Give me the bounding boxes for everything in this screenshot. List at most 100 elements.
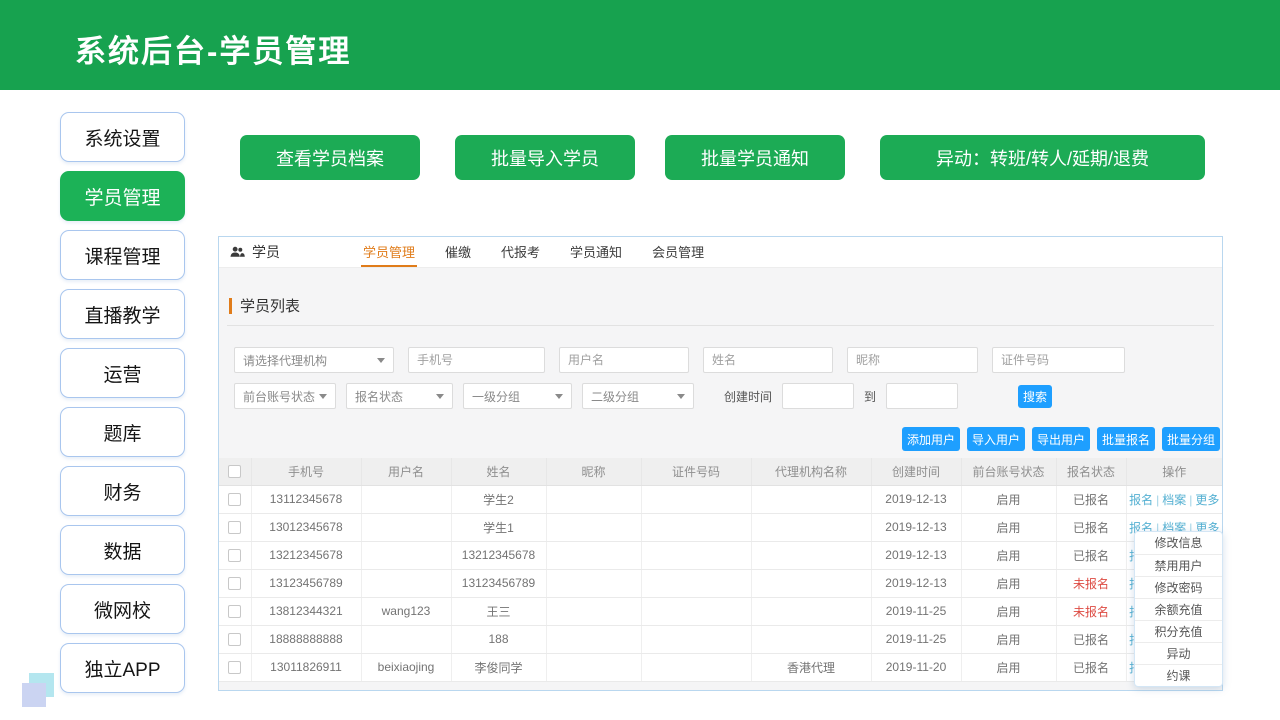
cell-id_number [641,485,751,513]
nickname-filter-input[interactable] [847,347,978,373]
name-filter-input[interactable] [703,347,833,373]
student-table: 手机号用户名姓名昵称证件号码代理机构名称创建时间前台账号状态报名状态操作 131… [219,458,1222,682]
menu-item[interactable]: 修改信息 [1135,532,1222,554]
menu-item[interactable]: 禁用用户 [1135,554,1222,576]
cell-id_number [641,625,751,653]
sidebar-item[interactable]: 微网校 [60,584,185,634]
row-action-signup[interactable]: 报名 [1129,493,1153,507]
sidebar-item[interactable]: 数据 [60,525,185,575]
table-header-row: 手机号用户名姓名昵称证件号码代理机构名称创建时间前台账号状态报名状态操作 [219,458,1222,485]
quick-action-button[interactable]: 批量学员通知 [665,135,845,180]
menu-item[interactable]: 约课 [1135,664,1222,686]
sidebar-item[interactable]: 题库 [60,407,185,457]
row-action-archive[interactable]: 档案 [1162,493,1186,507]
tab[interactable]: 代报考 [499,237,542,267]
row-checkbox[interactable] [228,661,241,674]
cell-id_number [641,653,751,681]
group1-select[interactable]: 一级分组 [463,383,572,409]
menu-item[interactable]: 异动 [1135,642,1222,664]
phone-filter-input[interactable] [408,347,545,373]
sidebar-item[interactable]: 直播教学 [60,289,185,339]
panel-body: 学员列表 请选择代理机构 前台账号状态 报名状态 [219,295,1222,682]
sidebar-item[interactable]: 财务 [60,466,185,516]
menu-item[interactable]: 修改密码 [1135,576,1222,598]
cell-agency: 香港代理 [751,653,871,681]
topbar: 系统后台-学员管理 [0,0,1280,90]
cell-signup-status: 未报名 [1056,569,1126,597]
cell-username [361,541,451,569]
batch-button[interactable]: 批量分组 [1162,427,1220,451]
table-row: 13212345678132123456782019-12-13启用已报名报名|… [219,541,1222,569]
sidebar-item[interactable]: 运营 [60,348,185,398]
op-separator: | [1156,493,1159,507]
account-status-select[interactable]: 前台账号状态 [234,383,336,409]
cell-phone: 13212345678 [251,541,361,569]
row-checkbox[interactable] [228,493,241,506]
group2-select[interactable]: 二级分组 [582,383,694,409]
row-checkbox[interactable] [228,605,241,618]
quick-action-button[interactable]: 查看学员档案 [240,135,420,180]
cell-agency [751,485,871,513]
sidebar-item[interactable]: 独立APP [60,643,185,693]
more-dropdown: 修改信息禁用用户修改密码余额充值积分充值异动约课 [1134,531,1223,687]
cell-nickname [546,597,641,625]
cell-account_status: 启用 [961,653,1056,681]
cell-nickname [546,541,641,569]
id-filter-input[interactable] [992,347,1125,373]
row-checkbox[interactable] [228,521,241,534]
tab[interactable]: 会员管理 [650,237,706,267]
row-checkbox[interactable] [228,633,241,646]
cell-created: 2019-11-25 [871,597,961,625]
tab[interactable]: 学员通知 [568,237,624,267]
table-head: 手机号用户名姓名昵称证件号码代理机构名称创建时间前台账号状态报名状态操作 [219,458,1222,485]
cell-name: 188 [451,625,546,653]
sidebar-item[interactable]: 学员管理 [60,171,185,221]
cell-nickname [546,569,641,597]
quick-action-button[interactable]: 异动：转班/转人/延期/退费 [880,135,1205,180]
row-checkbox[interactable] [228,549,241,562]
cell-signup-status: 已报名 [1056,625,1126,653]
cell-username [361,485,451,513]
cell-signup-status: 已报名 [1056,653,1126,681]
created-from-input[interactable] [782,383,854,409]
cell-id_number [641,569,751,597]
cell-phone: 13112345678 [251,485,361,513]
screen: 系统后台-学员管理 系统设置学员管理课程管理直播教学运营题库财务数据微网校独立A… [0,0,1280,720]
tabs: 学员管理催缴代报考学员通知会员管理 [361,237,706,267]
tab[interactable]: 学员管理 [361,237,417,267]
to-label: 到 [864,388,876,405]
menu-item[interactable]: 余额充值 [1135,598,1222,620]
menu-item[interactable]: 积分充值 [1135,620,1222,642]
cell-username [361,513,451,541]
row-checkbox[interactable] [228,577,241,590]
column-header: 代理机构名称 [751,458,871,485]
agency-select[interactable]: 请选择代理机构 [234,347,394,373]
batch-button[interactable]: 导出用户 [1032,427,1090,451]
row-action-more[interactable]: 更多 [1195,493,1219,507]
account-status-select-value: 前台账号状态 [243,388,315,405]
cell-nickname [546,653,641,681]
batch-button[interactable]: 导入用户 [967,427,1025,451]
decor-square-lavender [22,683,46,707]
section-title: 学员列表 [227,295,1214,326]
checkbox-cell [219,541,251,569]
search-button[interactable]: 搜索 [1018,385,1052,408]
cell-id_number [641,597,751,625]
created-to-input[interactable] [886,383,958,409]
tab[interactable]: 催缴 [443,237,473,267]
batch-button[interactable]: 批量报名 [1097,427,1155,451]
quick-action-button[interactable]: 批量导入学员 [455,135,635,180]
username-filter-input[interactable] [559,347,689,373]
checkbox-cell [219,569,251,597]
cell-agency [751,625,871,653]
sidebar-item[interactable]: 课程管理 [60,230,185,280]
cell-operations: 报名|档案|更多 [1126,485,1222,513]
signup-status-select[interactable]: 报名状态 [346,383,453,409]
sidebar-item[interactable]: 系统设置 [60,112,185,162]
select-all-checkbox[interactable] [228,465,241,478]
column-header: 手机号 [251,458,361,485]
cell-username [361,569,451,597]
batch-button[interactable]: 添加用户 [902,427,960,451]
cell-account_status: 启用 [961,485,1056,513]
chevron-down-icon [377,358,385,363]
